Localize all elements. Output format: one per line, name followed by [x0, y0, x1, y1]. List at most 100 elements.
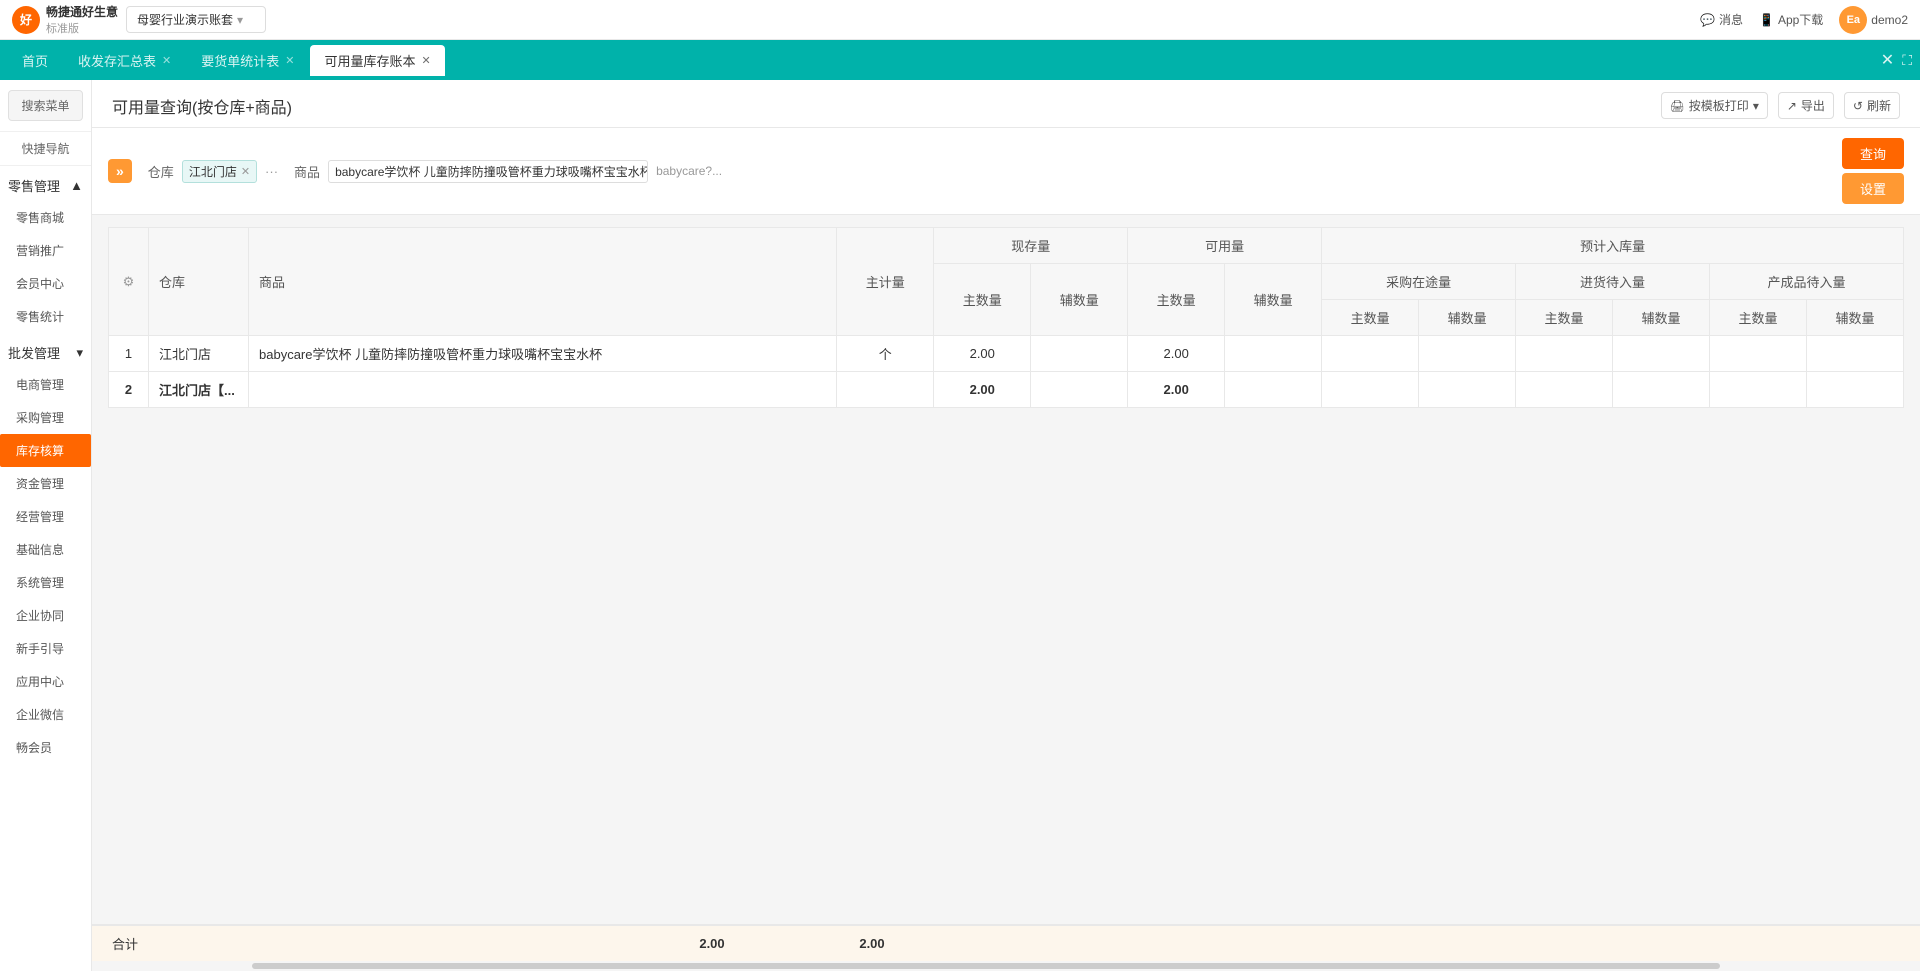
sidebar-item-finance[interactable]: 资金管理 [0, 467, 91, 500]
sidebar-item-stock-check[interactable]: 库存核算 [0, 434, 91, 467]
cell-pt-main-2 [1322, 372, 1419, 408]
expand-window-btn[interactable]: ⛶ [1902, 52, 1912, 69]
tab-order-stats[interactable]: 要货单统计表 ✕ [187, 45, 308, 76]
cell-num-2: 2 [109, 372, 149, 408]
top-bar-right: 💬 消息 📱 App下载 Ea demo2 [1700, 6, 1908, 34]
sidebar-item-member-center[interactable]: 会员中心 [0, 267, 91, 300]
warehouse-more[interactable]: ··· [265, 164, 278, 179]
cell-avail-main-2: 2.00 [1128, 372, 1225, 408]
th-production-pending: 产成品待入量 [1710, 264, 1904, 300]
chevron-down-icon: ▾ [76, 345, 83, 361]
th-pt-sub: 辅数量 [1419, 300, 1516, 336]
sidebar-section-wholesale-header[interactable]: 批发管理 ▾ [0, 333, 91, 368]
sidebar-item-retail-mall[interactable]: 零售商城 [0, 201, 91, 234]
sidebar: 搜索菜单 快捷导航 零售管理 ▲ 零售商城 营销推广 会员中心 零售统计 批发管… [0, 80, 92, 971]
tab-receive-send[interactable]: 收发存汇总表 ✕ [64, 45, 185, 76]
cell-pt-sub-2 [1419, 372, 1516, 408]
export-btn[interactable]: ↗ 导出 [1778, 92, 1834, 119]
warehouse-tag[interactable]: 江北门店 ✕ [182, 160, 257, 183]
page-actions: 🖨 按模板打印 ▾ ↗ 导出 ↺ 刷新 [1661, 92, 1900, 119]
chevron-down-icon: ▾ [1753, 99, 1759, 113]
horizontal-scrollbar[interactable] [92, 961, 1920, 971]
quick-nav-btn[interactable]: 快捷导航 [0, 132, 91, 166]
th-incoming-pending: 进货待入量 [1516, 264, 1710, 300]
th-available-main: 主数量 [1128, 264, 1225, 336]
cell-prod-main-2 [1710, 372, 1807, 408]
print-template-btn[interactable]: 🖨 按模板打印 ▾ [1661, 92, 1768, 119]
sidebar-item-ecommerce[interactable]: 电商管理 [0, 368, 91, 401]
filter-expand-btn[interactable]: » [108, 159, 132, 183]
cell-avail-main-1: 2.00 [1128, 336, 1225, 372]
cell-unit-1: 个 [837, 336, 934, 372]
sidebar-section-retail-header[interactable]: 零售管理 ▲ [0, 166, 91, 201]
cell-warehouse-2: 江北门店【... [149, 372, 249, 408]
filter-bar: » 仓库 江北门店 ✕ ··· 商品 babycare学饮杯 儿童防摔防撞吸管杯… [92, 128, 1920, 215]
cell-num-1: 1 [109, 336, 149, 372]
user-area[interactable]: Ea demo2 [1839, 6, 1908, 34]
product-tag[interactable]: babycare学饮杯 儿童防摔防撞吸管杯重力球吸嘴杯宝宝水杯 ✕ [328, 160, 648, 183]
sidebar-item-enterprise-wechat[interactable]: 企业微信 [0, 698, 91, 731]
main-layout: 搜索菜单 快捷导航 零售管理 ▲ 零售商城 营销推广 会员中心 零售统计 批发管… [0, 80, 1920, 971]
tab-home[interactable]: 首页 [8, 45, 62, 76]
close-tab-receive-send[interactable]: ✕ [162, 54, 171, 67]
app-download-btn[interactable]: 📱 App下载 [1759, 11, 1823, 28]
logo-icon: 好 [12, 6, 40, 34]
sidebar-item-system[interactable]: 系统管理 [0, 566, 91, 599]
table-container[interactable]: ⚙ 仓库 商品 主计量 现存量 可用量 预计入库量 主数量 辅数量 主数量 辅数… [92, 215, 1920, 924]
message-btn[interactable]: 💬 消息 [1700, 11, 1743, 28]
close-tab-available-stock[interactable]: ✕ [422, 54, 431, 67]
table-row: 2 江北门店【... 2.00 2.00 [109, 372, 1904, 408]
nav-tabs: 首页 收发存汇总表 ✕ 要货单统计表 ✕ 可用量库存账本 ✕ ✕ ⛶ [0, 40, 1920, 80]
cell-product-2 [249, 372, 837, 408]
cell-warehouse-1: 江北门店 [149, 336, 249, 372]
cell-prod-sub-1 [1806, 336, 1903, 372]
settings-icon[interactable]: ⚙ [123, 274, 135, 289]
close-tab-order-stats[interactable]: ✕ [285, 54, 294, 67]
footer-available-main: 2.00 [832, 936, 912, 951]
th-prod-main: 主数量 [1710, 300, 1807, 336]
industry-select[interactable]: 母婴行业演示账套 ▾ [126, 6, 266, 33]
page-header: 可用量查询(按仓库+商品) 🖨 按模板打印 ▾ ↗ 导出 ↺ 刷新 [92, 80, 1920, 128]
refresh-btn[interactable]: ↺ 刷新 [1844, 92, 1900, 119]
sidebar-item-vip-member[interactable]: 畅会员 [0, 731, 91, 764]
top-bar: 好 畅捷通好生意 标准版 母婴行业演示账套 ▾ 💬 消息 📱 App下载 Ea … [0, 0, 1920, 40]
cell-unit-2 [837, 372, 934, 408]
print-icon: 🖨 [1670, 99, 1685, 113]
th-settings[interactable]: ⚙ [109, 228, 149, 336]
warehouse-label: 仓库 [148, 162, 174, 181]
settings-btn[interactable]: 设置 [1842, 173, 1904, 204]
download-icon: 📱 [1759, 13, 1774, 27]
sidebar-item-purchase[interactable]: 采购管理 [0, 401, 91, 434]
product-extra: babycare?... [656, 164, 722, 178]
query-btn[interactable]: 查询 [1842, 138, 1904, 169]
page-title: 可用量查询(按仓库+商品) [112, 94, 292, 118]
sidebar-item-app-center[interactable]: 应用中心 [0, 665, 91, 698]
logo-area: 好 畅捷通好生意 标准版 [12, 3, 118, 36]
cell-avail-sub-1 [1225, 336, 1322, 372]
filter-action-buttons: 查询 设置 [1842, 138, 1904, 204]
tab-available-stock[interactable]: 可用量库存账本 ✕ [310, 45, 444, 76]
cell-ip-main-2 [1516, 372, 1613, 408]
cell-ip-main-1 [1516, 336, 1613, 372]
th-warehouse: 仓库 [149, 228, 249, 336]
th-ip-main: 主数量 [1516, 300, 1613, 336]
table-row: 1 江北门店 babycare学饮杯 儿童防摔防撞吸管杯重力球吸嘴杯宝宝水杯 个… [109, 336, 1904, 372]
scrollbar-thumb[interactable] [252, 963, 1720, 969]
refresh-icon: ↺ [1853, 99, 1863, 113]
sidebar-item-marketing[interactable]: 营销推广 [0, 234, 91, 267]
sidebar-item-business[interactable]: 经营管理 [0, 500, 91, 533]
remove-warehouse-tag[interactable]: ✕ [241, 165, 250, 178]
avatar: Ea [1839, 6, 1867, 34]
sidebar-item-basic-info[interactable]: 基础信息 [0, 533, 91, 566]
sidebar-item-retail-stats[interactable]: 零售统计 [0, 300, 91, 333]
th-main-unit: 主计量 [837, 228, 934, 336]
th-purchase-transit: 采购在途量 [1322, 264, 1516, 300]
th-current-stock: 现存量 [934, 228, 1128, 264]
sidebar-item-enterprise-collab[interactable]: 企业协同 [0, 599, 91, 632]
cell-prod-main-1 [1710, 336, 1807, 372]
close-window-btn[interactable]: ✕ [1881, 50, 1894, 70]
search-menu-btn[interactable]: 搜索菜单 [8, 90, 83, 121]
th-available-qty: 可用量 [1128, 228, 1322, 264]
sidebar-item-new-guide[interactable]: 新手引导 [0, 632, 91, 665]
product-filter-group: 商品 babycare学饮杯 儿童防摔防撞吸管杯重力球吸嘴杯宝宝水杯 ✕ bab… [294, 160, 722, 183]
